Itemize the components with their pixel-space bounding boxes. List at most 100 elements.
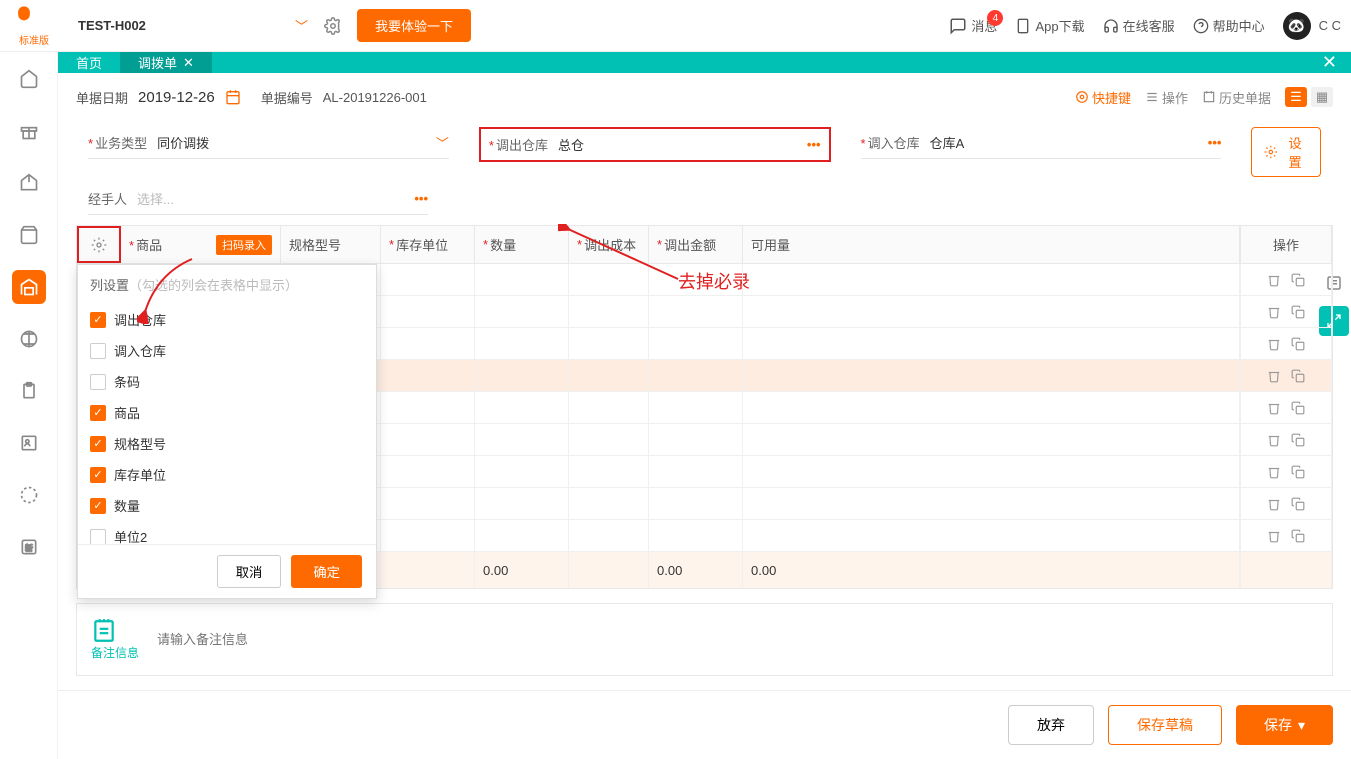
chevron-down-icon: ﹀ bbox=[436, 133, 449, 152]
form-row-1: *业务类型 同价调拨 ﹀ *调出仓库 总仓 ••• *调入仓库 仓库A ••• … bbox=[58, 121, 1351, 177]
checkbox[interactable]: ✓ bbox=[90, 467, 106, 483]
checkbox[interactable]: ✓ bbox=[90, 436, 106, 452]
sidebar-item-warehouse[interactable] bbox=[12, 270, 46, 304]
column-option[interactable]: ✓调出仓库 bbox=[90, 304, 364, 335]
more-icon[interactable]: ••• bbox=[1208, 135, 1222, 150]
th-product: *商品 扫码录入 bbox=[121, 226, 281, 263]
scan-input-button[interactable]: 扫码录入 bbox=[216, 235, 272, 255]
history-link[interactable]: 历史单据 bbox=[1202, 88, 1271, 107]
copy-icon[interactable] bbox=[1291, 433, 1305, 447]
app-header: 标准版 TEST-H002 ﹀ 我要体验一下 消息 4 App下载 在线客服 bbox=[0, 0, 1351, 52]
column-option[interactable]: ✓商品 bbox=[90, 397, 364, 428]
date-label: 单据日期 bbox=[76, 88, 128, 107]
delete-icon[interactable] bbox=[1267, 433, 1281, 447]
cancel-button[interactable]: 取消 bbox=[217, 555, 282, 588]
messages-button[interactable]: 消息 4 bbox=[949, 16, 997, 35]
sidebar-item-gift[interactable] bbox=[12, 114, 46, 148]
logo-edition: 标准版 bbox=[10, 32, 58, 47]
view-grid-icon[interactable]: ▦ bbox=[1311, 87, 1333, 107]
checkbox[interactable]: ✓ bbox=[90, 498, 106, 514]
delete-icon[interactable] bbox=[1267, 401, 1281, 415]
calendar-icon[interactable] bbox=[225, 89, 241, 105]
copy-icon[interactable] bbox=[1291, 273, 1305, 287]
checkbox[interactable] bbox=[90, 343, 106, 359]
copy-icon[interactable] bbox=[1291, 401, 1305, 415]
tab-home[interactable]: 首页 bbox=[58, 52, 120, 73]
th-spec: 规格型号 bbox=[281, 226, 381, 263]
footer-actions: 放弃 保存草稿 保存 ▾ bbox=[58, 690, 1351, 759]
tab-bar-close-icon[interactable]: ✕ bbox=[1308, 52, 1351, 73]
th-ops: 操作 bbox=[1240, 226, 1332, 263]
column-option[interactable]: ✓规格型号 bbox=[90, 428, 364, 459]
table-header: *商品 扫码录入 规格型号 *库存单位 *数量 *调出成本 *调出金额 可用量 … bbox=[77, 226, 1332, 264]
help-center-button[interactable]: 帮助中心 bbox=[1193, 16, 1265, 35]
checkbox[interactable]: ✓ bbox=[90, 312, 106, 328]
trial-button[interactable]: 我要体验一下 bbox=[357, 9, 471, 42]
copy-icon[interactable] bbox=[1291, 305, 1305, 319]
column-settings-popover: 列设置（勾选的列会在表格中显示） ✓调出仓库调入仓库条码✓商品✓规格型号✓库存单… bbox=[77, 264, 377, 599]
save-draft-button[interactable]: 保存草稿 bbox=[1108, 705, 1222, 745]
delete-icon[interactable] bbox=[1267, 369, 1281, 383]
copy-icon[interactable] bbox=[1291, 465, 1305, 479]
sidebar-item-home[interactable] bbox=[12, 62, 46, 96]
delete-icon[interactable] bbox=[1267, 465, 1281, 479]
column-option[interactable]: 调入仓库 bbox=[90, 335, 364, 366]
total-qty: 0.00 bbox=[475, 552, 569, 588]
hotkey-link[interactable]: 快捷键 bbox=[1075, 88, 1131, 107]
out-warehouse-field[interactable]: *调出仓库 总仓 ••• bbox=[479, 127, 831, 162]
column-list[interactable]: ✓调出仓库调入仓库条码✓商品✓规格型号✓库存单位✓数量单位2 bbox=[78, 304, 376, 544]
discard-button[interactable]: 放弃 bbox=[1008, 705, 1094, 745]
sidebar-item-new[interactable]: 新 bbox=[12, 530, 46, 564]
sidebar-item-finance[interactable] bbox=[12, 322, 46, 356]
delete-icon[interactable] bbox=[1267, 273, 1281, 287]
messages-badge: 4 bbox=[987, 10, 1003, 26]
remarks-input[interactable] bbox=[157, 632, 1318, 647]
copy-icon[interactable] bbox=[1291, 337, 1305, 351]
chevron-down-icon: ▾ bbox=[1298, 717, 1305, 734]
more-icon[interactable]: ••• bbox=[807, 137, 821, 152]
sidebar-item-sync[interactable] bbox=[12, 478, 46, 512]
more-icon[interactable]: ••• bbox=[414, 191, 428, 206]
app-download-button[interactable]: App下载 bbox=[1015, 16, 1084, 35]
column-option[interactable]: ✓库存单位 bbox=[90, 459, 364, 490]
save-button[interactable]: 保存 ▾ bbox=[1236, 705, 1333, 745]
main-content: 首页 调拨单 ✕ ✕ 单据日期 2019-12-26 单据编号 AL-20191… bbox=[58, 52, 1351, 759]
sidebar-item-bag[interactable] bbox=[12, 218, 46, 252]
user-menu[interactable]: 🐼 C C bbox=[1283, 12, 1341, 40]
gear-icon[interactable] bbox=[324, 17, 342, 35]
customer-service-button[interactable]: 在线客服 bbox=[1103, 16, 1175, 35]
column-option[interactable]: 单位2 bbox=[90, 521, 364, 544]
copy-icon[interactable] bbox=[1291, 369, 1305, 383]
delete-icon[interactable] bbox=[1267, 337, 1281, 351]
confirm-button[interactable]: 确定 bbox=[291, 555, 362, 588]
tab-transfer-order[interactable]: 调拨单 ✕ bbox=[120, 52, 212, 73]
delete-icon[interactable] bbox=[1267, 305, 1281, 319]
in-warehouse-field[interactable]: *调入仓库 仓库A ••• bbox=[861, 127, 1222, 159]
settings-button[interactable]: 设置 bbox=[1251, 127, 1321, 177]
operations-link[interactable]: 操作 bbox=[1145, 88, 1188, 107]
copy-icon[interactable] bbox=[1291, 497, 1305, 511]
column-settings-button[interactable] bbox=[77, 226, 121, 263]
sidebar-item-out[interactable] bbox=[12, 166, 46, 200]
checkbox[interactable] bbox=[90, 529, 106, 545]
delete-icon[interactable] bbox=[1267, 529, 1281, 543]
column-option[interactable]: 条码 bbox=[90, 366, 364, 397]
th-cost: *调出成本 bbox=[569, 226, 649, 263]
sidebar-item-contacts[interactable] bbox=[12, 426, 46, 460]
sidebar: 新 bbox=[0, 52, 58, 759]
sidebar-item-clipboard[interactable] bbox=[12, 374, 46, 408]
view-toggle: ☰ ▦ bbox=[1285, 87, 1333, 107]
column-option[interactable]: ✓数量 bbox=[90, 490, 364, 521]
close-icon[interactable]: ✕ bbox=[183, 55, 194, 71]
checkbox[interactable]: ✓ bbox=[90, 405, 106, 421]
handler-field[interactable]: 经手人 选择... ••• bbox=[88, 183, 428, 215]
delete-icon[interactable] bbox=[1267, 497, 1281, 511]
chevron-down-icon: ﹀ bbox=[295, 16, 308, 35]
business-type-field[interactable]: *业务类型 同价调拨 ﹀ bbox=[88, 127, 449, 159]
org-value: TEST-H002 bbox=[78, 18, 146, 33]
copy-icon[interactable] bbox=[1291, 529, 1305, 543]
view-list-icon[interactable]: ☰ bbox=[1285, 87, 1307, 107]
checkbox[interactable] bbox=[90, 374, 106, 390]
org-selector[interactable]: TEST-H002 ﹀ bbox=[68, 10, 318, 42]
date-value[interactable]: 2019-12-26 bbox=[138, 89, 215, 106]
